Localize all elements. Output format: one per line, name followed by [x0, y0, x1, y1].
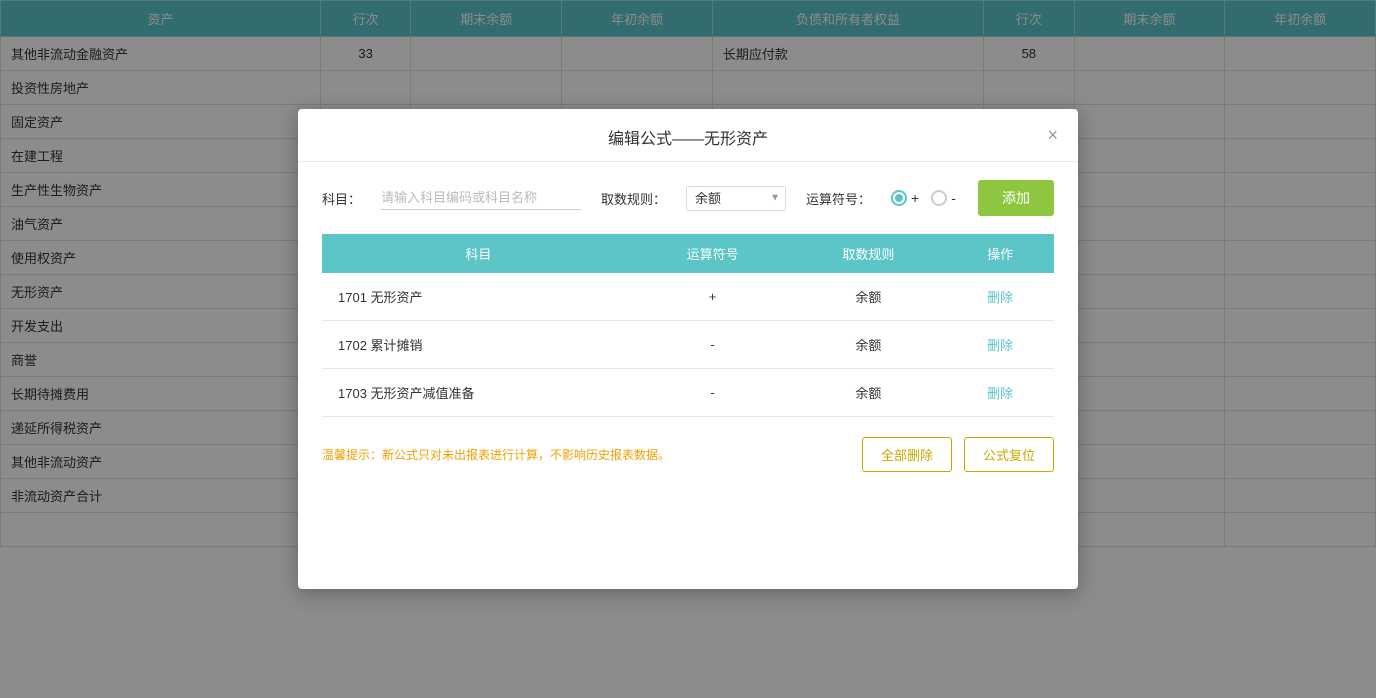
- modal-title: 编辑公式——无形资产: [608, 131, 768, 148]
- table-row: 1701 无形资产+余额 删除: [322, 273, 1054, 321]
- operator-minus-label: -: [951, 190, 956, 206]
- operator-plus-radio[interactable]: +: [891, 190, 919, 206]
- operator-plus-circle: [891, 190, 907, 206]
- formula-subject: 1701 无形资产: [322, 273, 635, 321]
- modal-overlay: 编辑公式——无形资产 × 科目： 取数规则： 余额 借方发生额 贷方发生额 ▼ …: [0, 0, 1376, 698]
- operator-label: 运算符号：: [806, 189, 871, 208]
- formula-operator: -: [635, 321, 791, 369]
- rule-label: 取数规则：: [601, 189, 666, 208]
- table-row: 1702 累计摊销-余额 删除: [322, 321, 1054, 369]
- delete-row-button[interactable]: 删除: [987, 338, 1013, 353]
- formula-table: 科目运算符号取数规则操作 1701 无形资产+余额删除1702 累计摊销-余额删…: [322, 234, 1054, 417]
- operator-minus-radio[interactable]: -: [931, 190, 956, 206]
- formula-operator: +: [635, 273, 791, 321]
- formula-operator: -: [635, 369, 791, 417]
- formula-subject: 1702 累计摊销: [322, 321, 635, 369]
- formula-rule: 余额: [791, 273, 947, 321]
- operator-minus-circle: [931, 190, 947, 206]
- modal-footer: 温馨提示：新公式只对未出报表进行计算，不影响历史报表数据。 全部删除 公式复位: [298, 417, 1078, 482]
- formula-table-header: 运算符号: [635, 234, 791, 273]
- delete-all-button[interactable]: 全部删除: [862, 437, 952, 472]
- footer-tip: 温馨提示：新公式只对未出报表进行计算，不影响历史报表数据。: [322, 446, 670, 463]
- footer-actions: 全部删除 公式复位: [862, 437, 1054, 472]
- operator-plus-label: +: [911, 190, 919, 206]
- subject-label: 科目：: [322, 189, 361, 208]
- reset-formula-button[interactable]: 公式复位: [964, 437, 1054, 472]
- form-row: 科目： 取数规则： 余额 借方发生额 贷方发生额 ▼ 运算符号： +: [298, 162, 1078, 234]
- data-table-container: 科目运算符号取数规则操作 1701 无形资产+余额删除1702 累计摊销-余额删…: [298, 234, 1078, 417]
- formula-table-header: 取数规则: [791, 234, 947, 273]
- delete-row-button[interactable]: 删除: [987, 290, 1013, 305]
- formula-subject: 1703 无形资产减值准备: [322, 369, 635, 417]
- operator-radio-group: + -: [891, 190, 956, 206]
- formula-action: 删除: [946, 321, 1054, 369]
- rule-select[interactable]: 余额 借方发生额 贷方发生额: [686, 186, 786, 211]
- formula-action: 删除: [946, 369, 1054, 417]
- formula-table-header: 操作: [946, 234, 1054, 273]
- delete-row-button[interactable]: 删除: [987, 386, 1013, 401]
- modal-close-button[interactable]: ×: [1043, 122, 1062, 148]
- formula-rule: 余额: [791, 321, 947, 369]
- subject-input[interactable]: [381, 186, 581, 210]
- add-button[interactable]: 添加: [978, 180, 1054, 216]
- formula-rule: 余额: [791, 369, 947, 417]
- modal-header: 编辑公式——无形资产 ×: [298, 109, 1078, 162]
- rule-select-wrap: 余额 借方发生额 贷方发生额 ▼: [686, 186, 786, 211]
- edit-formula-modal: 编辑公式——无形资产 × 科目： 取数规则： 余额 借方发生额 贷方发生额 ▼ …: [298, 109, 1078, 589]
- formula-table-header: 科目: [322, 234, 635, 273]
- table-row: 1703 无形资产减值准备-余额 删除: [322, 369, 1054, 417]
- formula-action: 删除: [946, 273, 1054, 321]
